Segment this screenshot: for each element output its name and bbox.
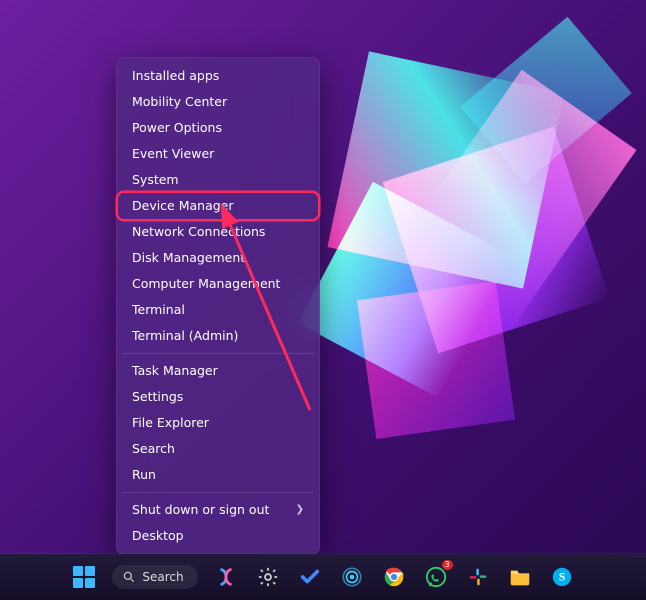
menu-item-file-explorer[interactable]: File Explorer xyxy=(118,410,318,436)
menu-item-desktop[interactable]: Desktop xyxy=(118,523,318,549)
menu-item-label: Device Manager xyxy=(132,199,234,213)
menu-item-label: Task Manager xyxy=(132,364,218,378)
taskbar-icon-skype[interactable]: S xyxy=(548,563,576,591)
taskbar-icon-podcast[interactable] xyxy=(338,563,366,591)
svg-text:S: S xyxy=(558,570,565,584)
menu-item-system[interactable]: System xyxy=(118,167,318,193)
menu-item-label: Run xyxy=(132,468,156,482)
taskbar: Search 3 S xyxy=(0,554,646,600)
taskbar-icon-todo[interactable] xyxy=(296,563,324,591)
menu-item-power-options[interactable]: Power Options xyxy=(118,115,318,141)
windows-logo-icon xyxy=(73,566,95,588)
notification-badge: 3 xyxy=(442,560,453,570)
wallpaper-art xyxy=(286,30,646,460)
menu-item-run[interactable]: Run xyxy=(118,462,318,488)
menu-item-terminal-admin-[interactable]: Terminal (Admin) xyxy=(118,323,318,349)
menu-item-label: Disk Management xyxy=(132,251,245,265)
menu-item-label: Desktop xyxy=(132,529,184,543)
taskbar-icon-whatsapp[interactable]: 3 xyxy=(422,563,450,591)
menu-item-mobility-center[interactable]: Mobility Center xyxy=(118,89,318,115)
menu-item-installed-apps[interactable]: Installed apps xyxy=(118,63,318,89)
menu-item-label: Search xyxy=(132,442,175,456)
menu-item-shut-down-or-sign-out[interactable]: Shut down or sign out ❯ xyxy=(118,497,318,523)
menu-item-label: Terminal (Admin) xyxy=(132,329,238,343)
menu-item-computer-management[interactable]: Computer Management xyxy=(118,271,318,297)
menu-item-device-manager[interactable]: Device Manager xyxy=(118,193,318,219)
menu-separator xyxy=(122,492,314,493)
taskbar-search[interactable]: Search xyxy=(112,565,197,589)
taskbar-icon-settings[interactable] xyxy=(254,563,282,591)
taskbar-icon-slack[interactable] xyxy=(464,563,492,591)
menu-item-label: Network Connections xyxy=(132,225,265,239)
winx-context-menu: Installed apps Mobility Center Power Optio… xyxy=(116,57,320,555)
menu-item-label: Shut down or sign out xyxy=(132,503,269,517)
menu-item-settings[interactable]: Settings xyxy=(118,384,318,410)
menu-item-terminal[interactable]: Terminal xyxy=(118,297,318,323)
search-label: Search xyxy=(142,570,183,584)
menu-item-task-manager[interactable]: Task Manager xyxy=(118,358,318,384)
taskbar-icon-copilot[interactable] xyxy=(212,563,240,591)
menu-item-label: Terminal xyxy=(132,303,185,317)
chevron-right-icon: ❯ xyxy=(296,503,304,517)
menu-item-label: System xyxy=(132,173,179,187)
menu-item-label: Mobility Center xyxy=(132,95,227,109)
start-button[interactable] xyxy=(70,563,98,591)
menu-item-event-viewer[interactable]: Event Viewer xyxy=(118,141,318,167)
menu-item-disk-management[interactable]: Disk Management xyxy=(118,245,318,271)
taskbar-icon-file-explorer[interactable] xyxy=(506,563,534,591)
menu-item-search[interactable]: Search xyxy=(118,436,318,462)
menu-item-network-connections[interactable]: Network Connections xyxy=(118,219,318,245)
menu-item-label: Power Options xyxy=(132,121,222,135)
menu-item-label: Computer Management xyxy=(132,277,280,291)
menu-separator xyxy=(122,353,314,354)
search-icon xyxy=(122,570,136,584)
menu-item-label: Event Viewer xyxy=(132,147,214,161)
menu-item-label: Settings xyxy=(132,390,183,404)
menu-item-label: File Explorer xyxy=(132,416,209,430)
taskbar-icon-chrome[interactable] xyxy=(380,563,408,591)
menu-item-label: Installed apps xyxy=(132,69,219,83)
